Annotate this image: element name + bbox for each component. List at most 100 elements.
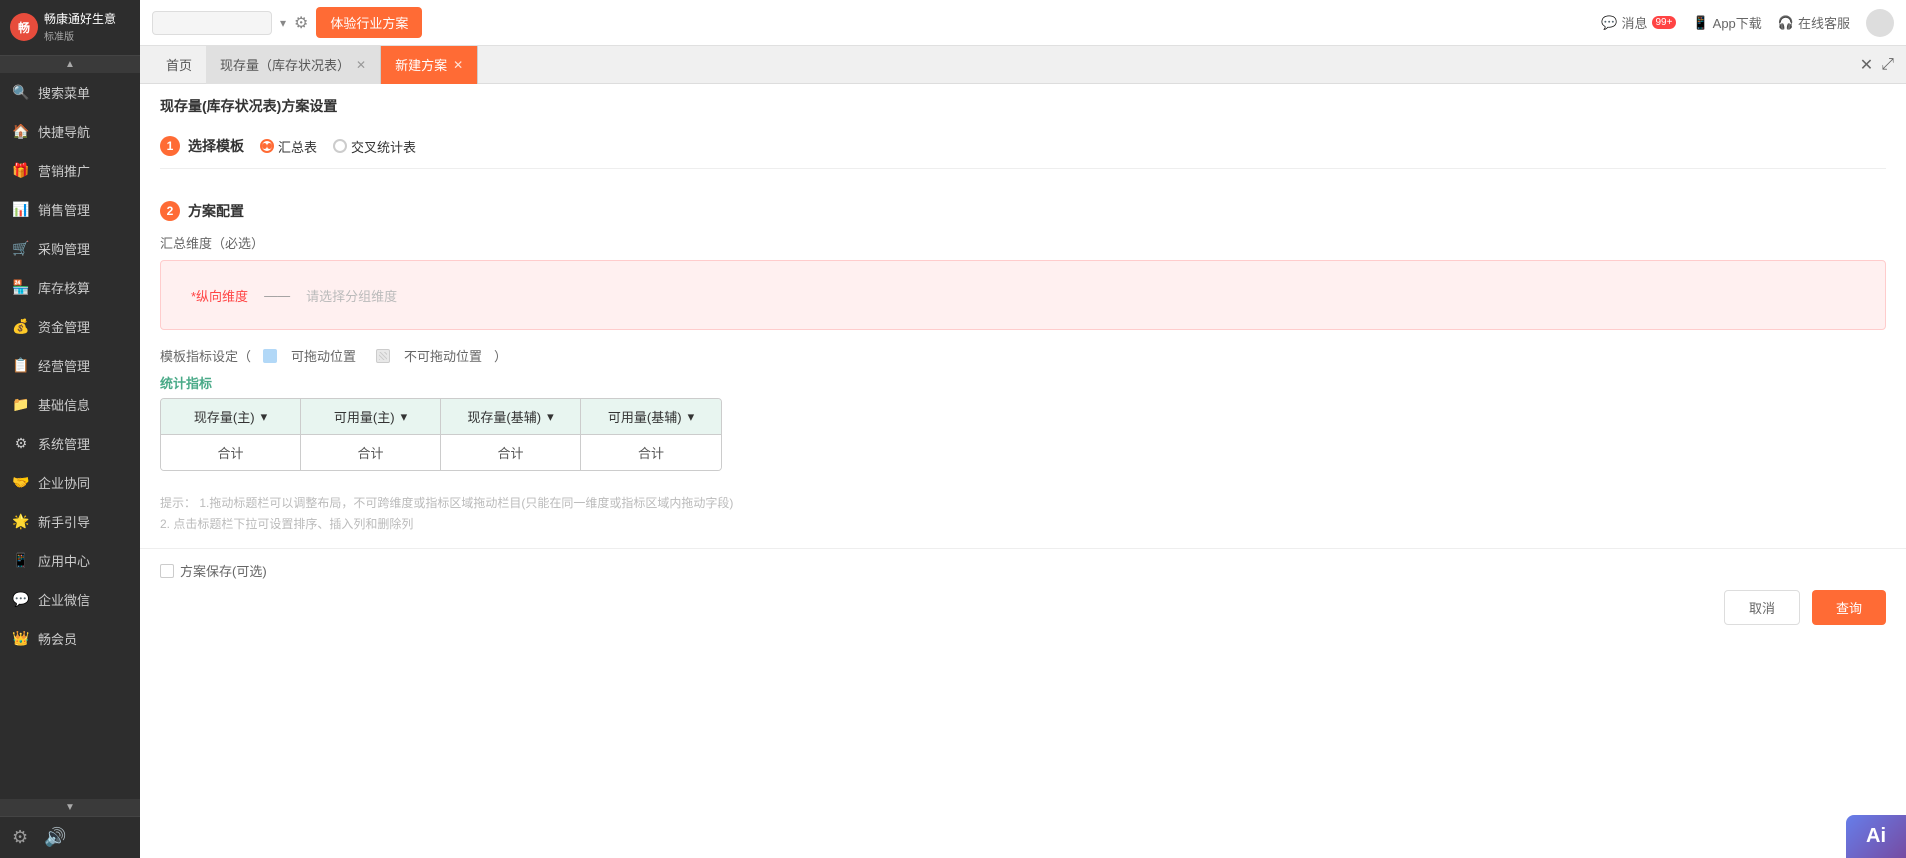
step2-section: 2 方案配置 汇总维度（必选） *纵向维度 —— 请选择分组维度 模板指标设定（… bbox=[140, 189, 1906, 548]
settings-footer-icon[interactable]: ⚙ bbox=[12, 827, 28, 848]
sidebar-item-system[interactable]: ⚙ 系统管理 bbox=[0, 424, 140, 463]
stats-body-2: 合计 bbox=[441, 435, 580, 470]
topbar-search-input[interactable] bbox=[152, 11, 272, 35]
step1-title: 选择模板 bbox=[188, 136, 244, 156]
sidebar-item-operations[interactable]: 📋 经营管理 bbox=[0, 346, 140, 385]
topbar-dropdown-icon[interactable]: ▾ bbox=[280, 16, 286, 30]
stats-header-row: 现存量(主) ▾ 合计 可用量(主) ▾ 合计 bbox=[161, 399, 721, 470]
page-content: 现存量(库存状况表)方案设置 1 选择模板 汇总表 交叉统计表 bbox=[140, 84, 1906, 858]
sidebar-item-label: 应用中心 bbox=[38, 551, 90, 570]
sidebar-item-marketing[interactable]: 🎁 营销推广 bbox=[0, 151, 140, 190]
sidebar-item-label: 搜索菜单 bbox=[38, 83, 90, 102]
sidebar-item-label: 经营管理 bbox=[38, 356, 90, 375]
online-service-item[interactable]: 🎧 在线客服 bbox=[1778, 13, 1850, 32]
sidebar-item-sales[interactable]: 📊 销售管理 bbox=[0, 190, 140, 229]
sidebar-item-search[interactable]: 🔍 搜索菜单 bbox=[0, 73, 140, 112]
chevron-down-icon-1: ▾ bbox=[401, 409, 408, 425]
search-icon: 🔍 bbox=[12, 83, 30, 101]
tab-inventory-close[interactable]: ✕ bbox=[356, 58, 366, 72]
chart-icon: 📊 bbox=[12, 200, 30, 218]
app-download-item[interactable]: 📱 App下载 bbox=[1692, 13, 1761, 32]
tab-home[interactable]: 首页 bbox=[152, 46, 206, 84]
sidebar-item-cooperation[interactable]: 🤝 企业协同 bbox=[0, 463, 140, 502]
save-checkbox[interactable] bbox=[160, 564, 174, 578]
stats-header-3[interactable]: 可用量(基辅) ▾ bbox=[581, 399, 721, 435]
dim-dash: —— bbox=[264, 288, 290, 303]
sidebar-item-label: 采购管理 bbox=[38, 239, 90, 258]
radio-summary-icon bbox=[260, 139, 274, 153]
ai-badge[interactable]: Ai bbox=[1846, 815, 1906, 858]
query-button[interactable]: 查询 bbox=[1812, 590, 1886, 625]
sidebar: 畅 畅康通好生意 标准版 ▲ 🔍 搜索菜单 🏠 快捷导航 🎁 营销推广 📊 销售… bbox=[0, 0, 140, 858]
sidebar-item-label: 系统管理 bbox=[38, 434, 90, 453]
page-bottom: 方案保存(可选) 取消 查询 bbox=[140, 548, 1906, 637]
sidebar-item-label: 基础信息 bbox=[38, 395, 90, 414]
chat-icon: 💬 bbox=[12, 590, 30, 608]
stats-header-0[interactable]: 现存量(主) ▾ bbox=[161, 399, 300, 435]
messages-item[interactable]: 💬 消息 99+ bbox=[1601, 13, 1676, 32]
tab-new-plan-close[interactable]: ✕ bbox=[453, 58, 463, 72]
store-icon: 🏪 bbox=[12, 278, 30, 296]
topbar-left: ▾ ⚙ 体验行业方案 bbox=[152, 7, 1593, 38]
sidebar-item-label: 销售管理 bbox=[38, 200, 90, 219]
save-label: 方案保存(可选) bbox=[180, 561, 267, 580]
draggable-badge bbox=[263, 349, 277, 363]
sidebar-item-purchase[interactable]: 🛒 采购管理 bbox=[0, 229, 140, 268]
sidebar-item-label: 新手引导 bbox=[38, 512, 90, 531]
step1-divider bbox=[160, 168, 1886, 169]
stats-header-1[interactable]: 可用量(主) ▾ bbox=[301, 399, 440, 435]
step1-header: 1 选择模板 汇总表 交叉统计表 bbox=[160, 136, 1886, 156]
sidebar-item-wechat[interactable]: 💬 企业微信 bbox=[0, 580, 140, 619]
sidebar-item-quick-nav[interactable]: 🏠 快捷导航 bbox=[0, 112, 140, 151]
tab-close-window-btn[interactable]: ✕ bbox=[1860, 55, 1873, 75]
step1-section: 1 选择模板 汇总表 交叉统计表 bbox=[140, 124, 1906, 189]
dim-area[interactable]: *纵向维度 —— 请选择分组维度 bbox=[160, 260, 1886, 330]
trial-button[interactable]: 体验行业方案 bbox=[316, 7, 422, 38]
sidebar-item-inventory[interactable]: 🏪 库存核算 bbox=[0, 268, 140, 307]
gift-icon: 🎁 bbox=[12, 161, 30, 179]
sound-footer-icon[interactable]: 🔊 bbox=[44, 827, 66, 848]
stats-cell-0: 现存量(主) ▾ 合计 bbox=[161, 399, 301, 470]
sidebar-item-basic-info[interactable]: 📁 基础信息 bbox=[0, 385, 140, 424]
step2-title: 方案配置 bbox=[188, 201, 244, 221]
tab-new-plan[interactable]: 新建方案 ✕ bbox=[381, 46, 478, 84]
sidebar-item-finance[interactable]: 💰 资金管理 bbox=[0, 307, 140, 346]
stats-header-2[interactable]: 现存量(基辅) ▾ bbox=[441, 399, 580, 435]
topbar-settings-icon[interactable]: ⚙ bbox=[294, 13, 308, 33]
money-icon: 💰 bbox=[12, 317, 30, 335]
tip2: 2. 点击标题栏下拉可设置排序、插入列和删除列 bbox=[160, 515, 1886, 532]
chevron-down-icon-0: ▾ bbox=[261, 409, 268, 425]
sidebar-item-app-center[interactable]: 📱 应用中心 bbox=[0, 541, 140, 580]
main-area: ▾ ⚙ 体验行业方案 💬 消息 99+ 📱 App下载 🎧 在线客服 首页 bbox=[140, 0, 1906, 858]
template-option-summary[interactable]: 汇总表 bbox=[260, 137, 317, 156]
tab-inventory[interactable]: 现存量（库存状况表） ✕ bbox=[206, 46, 381, 84]
step2-number: 2 bbox=[160, 201, 180, 221]
sidebar-item-label: 畅会员 bbox=[38, 629, 77, 648]
sidebar-item-membership[interactable]: 👑 畅会员 bbox=[0, 619, 140, 658]
tab-expand-btn[interactable]: ⤢ bbox=[1881, 55, 1894, 75]
logo-icon: 畅 bbox=[10, 13, 38, 41]
cancel-button[interactable]: 取消 bbox=[1724, 590, 1800, 625]
sidebar-nav: 🔍 搜索菜单 🏠 快捷导航 🎁 营销推广 📊 销售管理 🛒 采购管理 🏪 库存核… bbox=[0, 73, 140, 799]
tab-new-plan-label: 新建方案 bbox=[395, 55, 447, 74]
phone-icon: 📱 bbox=[1692, 15, 1708, 31]
sidebar-item-label: 快捷导航 bbox=[38, 122, 90, 141]
sidebar-scroll-down[interactable]: ▼ bbox=[0, 799, 140, 816]
summary-dim-label: 汇总维度（必选） bbox=[160, 233, 1886, 252]
stats-body-0: 合计 bbox=[161, 435, 300, 470]
sidebar-item-newbie[interactable]: 🌟 新手引导 bbox=[0, 502, 140, 541]
chevron-down-icon-2: ▾ bbox=[547, 409, 554, 425]
step2-header: 2 方案配置 bbox=[160, 201, 1886, 221]
step1-number: 1 bbox=[160, 136, 180, 156]
tip1: 提示： 1.拖动标题栏可以调整布局，不可跨维度或指标区域拖动栏目(只能在同一维度… bbox=[160, 494, 1886, 511]
sidebar-item-label: 营销推广 bbox=[38, 161, 90, 180]
stats-cell-2: 现存量(基辅) ▾ 合计 bbox=[441, 399, 581, 470]
message-icon: 💬 bbox=[1601, 15, 1617, 31]
sidebar-scroll-up[interactable]: ▲ bbox=[0, 56, 140, 73]
action-buttons: 取消 查询 bbox=[160, 590, 1886, 625]
sidebar-item-label: 库存核算 bbox=[38, 278, 90, 297]
avatar[interactable] bbox=[1866, 9, 1894, 37]
folder-icon: 📁 bbox=[12, 395, 30, 413]
template-option-cross[interactable]: 交叉统计表 bbox=[333, 137, 416, 156]
tab-home-label: 首页 bbox=[166, 55, 192, 74]
